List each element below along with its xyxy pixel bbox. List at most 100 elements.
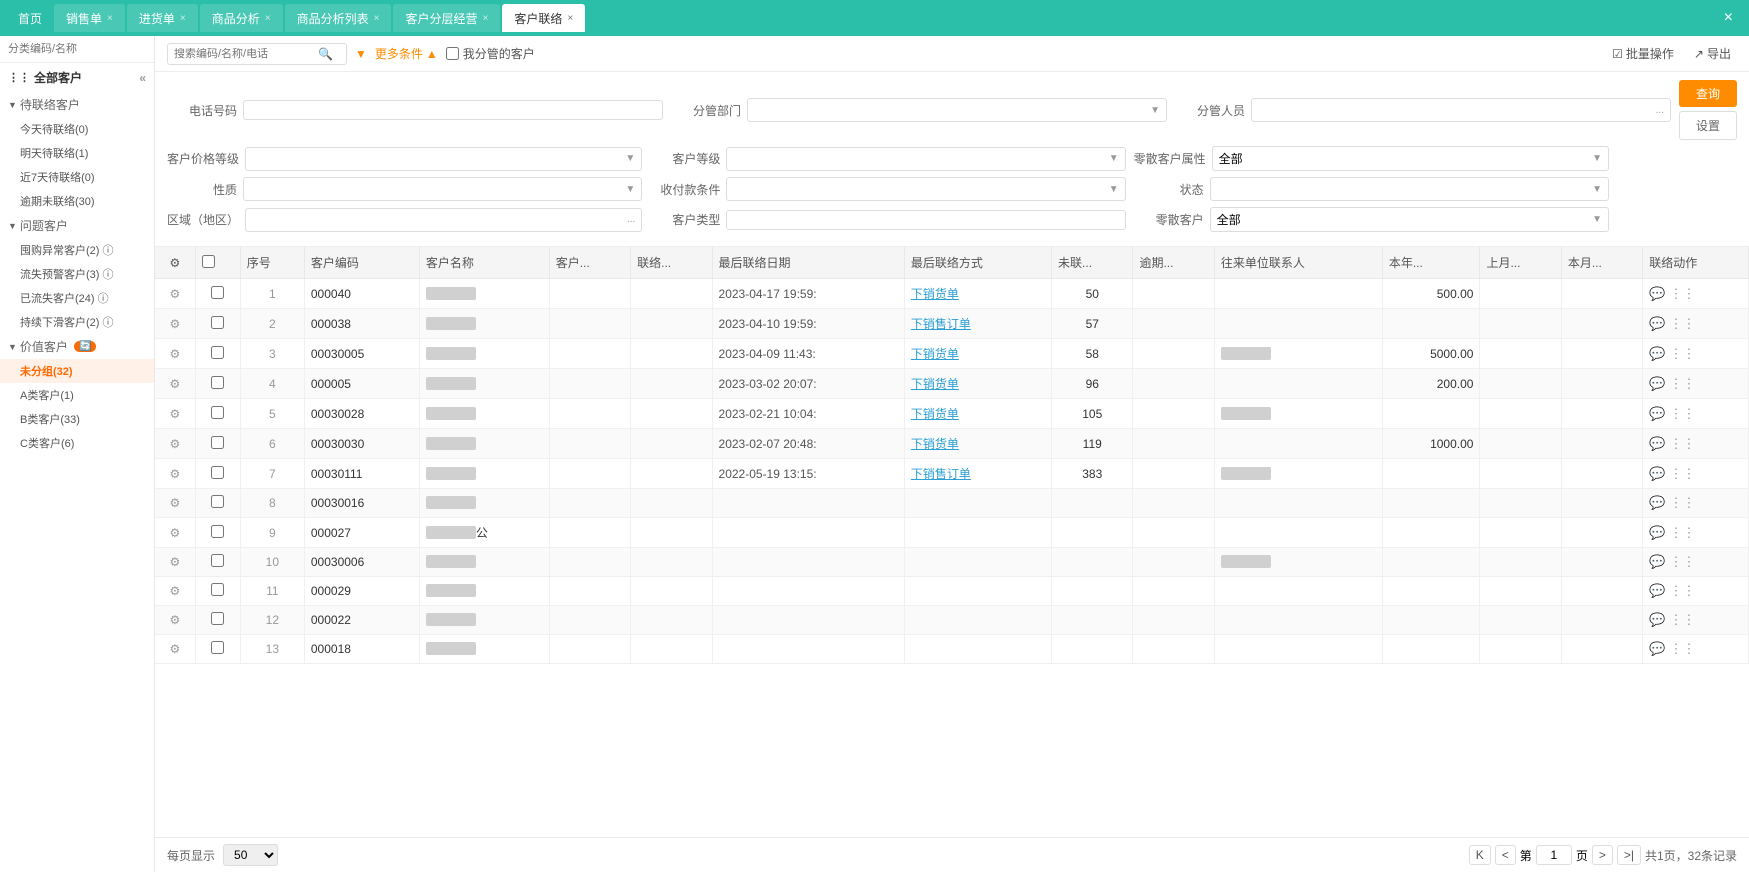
row-checkbox[interactable] <box>211 286 224 299</box>
sidebar-item-unassigned[interactable]: 未分组(32) <box>0 359 154 383</box>
sidebar-item-today[interactable]: 今天待联络(0) <box>0 117 154 141</box>
chat-action-icon[interactable]: 💬 <box>1649 583 1665 599</box>
search-icon[interactable]: 🔍 <box>318 47 333 61</box>
td-last-method[interactable]: 下销货单 <box>904 339 1051 369</box>
grid-action-icon[interactable]: ⋮⋮ <box>1669 286 1695 302</box>
sidebar-item-class-c[interactable]: C类客户(6) <box>0 431 154 455</box>
sidebar-item-hoarding[interactable]: 囤购异常客户(2) ⓘ <box>0 238 154 262</box>
nature-select[interactable]: ▼ <box>243 177 642 201</box>
my-customers-checkbox[interactable]: 我分管的客户 <box>446 45 535 62</box>
reset-button[interactable]: 设置 <box>1679 111 1737 140</box>
row-checkbox[interactable] <box>211 612 224 625</box>
next-page-btn[interactable]: > <box>1592 845 1613 865</box>
grid-action-icon[interactable]: ⋮⋮ <box>1669 641 1695 657</box>
close-product-analysis[interactable]: × <box>265 13 271 24</box>
td-checkbox[interactable] <box>195 429 240 459</box>
td-settings[interactable]: ⚙ <box>155 548 195 577</box>
th-checkbox[interactable] <box>195 247 240 279</box>
td-settings[interactable]: ⚙ <box>155 369 195 399</box>
td-checkbox[interactable] <box>195 635 240 664</box>
chat-action-icon[interactable]: 💬 <box>1649 286 1665 302</box>
close-purchase-order[interactable]: × <box>180 13 186 24</box>
td-checkbox[interactable] <box>195 548 240 577</box>
select-all-checkbox[interactable] <box>202 255 215 268</box>
grid-action-icon[interactable]: ⋮⋮ <box>1669 466 1695 482</box>
td-last-method[interactable]: 下销货单 <box>904 429 1051 459</box>
status-select[interactable]: ▼ <box>1210 177 1609 201</box>
th-this-month[interactable]: 本月... <box>1561 247 1642 279</box>
chat-action-icon[interactable]: 💬 <box>1649 525 1665 541</box>
td-checkbox[interactable] <box>195 489 240 518</box>
td-checkbox[interactable] <box>195 518 240 548</box>
chat-action-icon[interactable]: 💬 <box>1649 436 1665 452</box>
chat-action-icon[interactable]: 💬 <box>1649 316 1665 332</box>
page-input[interactable] <box>1536 845 1572 865</box>
chat-action-icon[interactable]: 💬 <box>1649 641 1665 657</box>
td-checkbox[interactable] <box>195 577 240 606</box>
grid-action-icon[interactable]: ⋮⋮ <box>1669 376 1695 392</box>
th-code[interactable]: 客户编码 <box>304 247 419 279</box>
all-customers-group[interactable]: ⋮⋮ 全部客户 « <box>0 63 154 92</box>
grid-action-icon[interactable]: ⋮⋮ <box>1669 612 1695 628</box>
close-customer-contact[interactable]: × <box>567 13 573 24</box>
tab-sales-order[interactable]: 销售单 × <box>54 4 125 32</box>
payment-select[interactable]: ▼ <box>726 177 1125 201</box>
tab-purchase-order[interactable]: 进货单 × <box>127 4 198 32</box>
chat-action-icon[interactable]: 💬 <box>1649 346 1665 362</box>
th-overdue[interactable]: 逾期... <box>1133 247 1214 279</box>
td-settings[interactable]: ⚙ <box>155 429 195 459</box>
row-checkbox[interactable] <box>211 436 224 449</box>
app-close-button[interactable]: × <box>1716 9 1741 27</box>
td-checkbox[interactable] <box>195 369 240 399</box>
more-conditions-btn[interactable]: 更多条件 ▲ <box>375 45 438 62</box>
close-customer-tier[interactable]: × <box>482 13 488 24</box>
first-page-btn[interactable]: K <box>1469 845 1491 865</box>
td-settings[interactable]: ⚙ <box>155 309 195 339</box>
sidebar-section-problem[interactable]: ▼ 问题客户 <box>0 213 154 238</box>
sidebar-item-churn-warning[interactable]: 流失预警客户(3) ⓘ <box>0 262 154 286</box>
sidebar-item-churned[interactable]: 已流失客户(24) ⓘ <box>0 286 154 310</box>
tab-product-analysis[interactable]: 商品分析 × <box>200 4 283 32</box>
chat-action-icon[interactable]: 💬 <box>1649 612 1665 628</box>
th-level[interactable]: 客户... <box>549 247 630 279</box>
th-last-month[interactable]: 上月... <box>1480 247 1561 279</box>
th-name[interactable]: 客户名称 <box>419 247 549 279</box>
grid-action-icon[interactable]: ⋮⋮ <box>1669 583 1695 599</box>
td-settings[interactable]: ⚙ <box>155 459 195 489</box>
row-checkbox[interactable] <box>211 346 224 359</box>
td-last-method[interactable]: 下销货单 <box>904 279 1051 309</box>
sparse-select[interactable]: 全部▼ <box>1210 207 1609 232</box>
row-checkbox[interactable] <box>211 466 224 479</box>
td-checkbox[interactable] <box>195 279 240 309</box>
th-contact-person[interactable]: 往来单位联系人 <box>1214 247 1382 279</box>
th-settings[interactable]: ⚙ <box>155 247 195 279</box>
td-settings[interactable]: ⚙ <box>155 339 195 369</box>
search-input[interactable] <box>174 48 314 60</box>
my-customers-check[interactable] <box>446 47 459 60</box>
grid-action-icon[interactable]: ⋮⋮ <box>1669 554 1695 570</box>
grid-action-icon[interactable]: ⋮⋮ <box>1669 346 1695 362</box>
customer-type-input[interactable] <box>726 210 1125 230</box>
grid-action-icon[interactable]: ⋮⋮ <box>1669 525 1695 541</box>
sidebar-section-pending[interactable]: ▼ 待联络客户 <box>0 92 154 117</box>
row-checkbox[interactable] <box>211 376 224 389</box>
td-last-method[interactable]: 下销货单 <box>904 399 1051 429</box>
td-settings[interactable]: ⚙ <box>155 606 195 635</box>
td-settings[interactable]: ⚙ <box>155 279 195 309</box>
td-checkbox[interactable] <box>195 459 240 489</box>
dept-select[interactable]: ▼ <box>747 98 1167 122</box>
sidebar-section-value[interactable]: ▼ 价值客户 🔄 <box>0 334 154 359</box>
grid-action-icon[interactable]: ⋮⋮ <box>1669 436 1695 452</box>
grid-action-icon[interactable]: ⋮⋮ <box>1669 406 1695 422</box>
row-checkbox[interactable] <box>211 525 224 538</box>
chat-action-icon[interactable]: 💬 <box>1649 376 1665 392</box>
row-checkbox[interactable] <box>211 583 224 596</box>
td-checkbox[interactable] <box>195 309 240 339</box>
grid-action-icon[interactable]: ⋮⋮ <box>1669 495 1695 511</box>
sidebar-item-class-a[interactable]: A类客户(1) <box>0 383 154 407</box>
grid-action-icon[interactable]: ⋮⋮ <box>1669 316 1695 332</box>
row-checkbox[interactable] <box>211 554 224 567</box>
td-settings[interactable]: ⚙ <box>155 635 195 664</box>
sidebar-item-class-b[interactable]: B类客户(33) <box>0 407 154 431</box>
home-tab[interactable]: 首页 <box>8 10 52 27</box>
